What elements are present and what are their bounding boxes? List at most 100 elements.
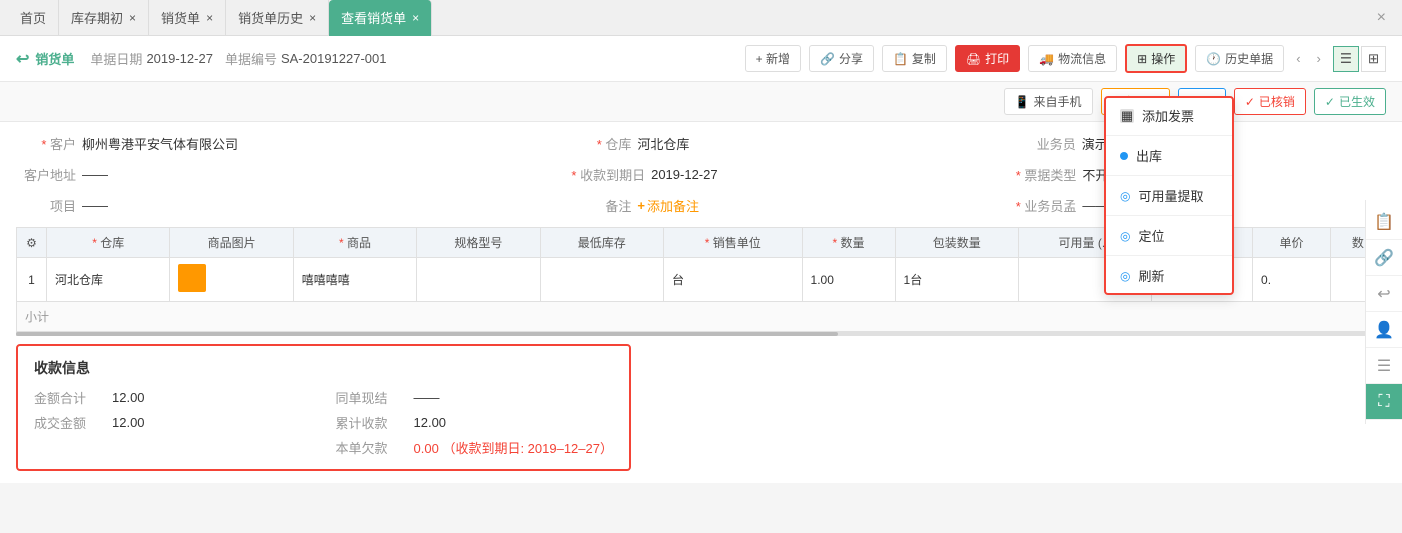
close-sales-history[interactable]: × xyxy=(309,11,316,25)
nav-next[interactable]: › xyxy=(1313,49,1325,68)
project-label: 项目 xyxy=(16,196,76,215)
product-image xyxy=(178,264,206,292)
window-close-button[interactable]: × xyxy=(1369,9,1394,27)
dropdown-refresh[interactable]: ◎ 刷新 xyxy=(1106,258,1232,293)
amount-row: 金额合计 12.00 xyxy=(34,388,312,407)
owed-value: 0.00 （收款到期日: 2019–12–27） xyxy=(414,438,614,457)
same-order-row: 同单现结 —— xyxy=(336,388,614,407)
dropdown-outbound[interactable]: 出库 xyxy=(1106,138,1232,173)
tab-inventory-init[interactable]: 库存期初 × xyxy=(59,0,149,36)
logistics-button[interactable]: 🚚 物流信息 xyxy=(1028,45,1117,72)
sidebar-icon-1[interactable]: 📋 xyxy=(1366,204,1402,240)
col-unit-price: 单价 xyxy=(1253,228,1331,258)
payment-info-box: 收款信息 金额合计 12.00 同单现结 —— 成交金额 12.00 累计收款 … xyxy=(16,344,631,471)
print-icon: 🖨 xyxy=(966,52,981,66)
refresh-icon: ◎ xyxy=(1120,269,1130,283)
row-warehouse: 河北仓库 xyxy=(47,258,170,302)
payment-grid: 金额合计 12.00 同单现结 —— 成交金额 12.00 累计收款 12.00… xyxy=(34,388,613,457)
share-button[interactable]: 🔗 分享 xyxy=(809,45,874,72)
sold-btn[interactable]: ✓ 已核销 xyxy=(1234,88,1306,115)
new-button[interactable]: + 新增 xyxy=(745,45,801,72)
copy-button[interactable]: 📋 复制 xyxy=(882,45,947,72)
row-product: 嘻嘻嘻嘻 xyxy=(293,258,416,302)
operation-button[interactable]: ⊞ 操作 xyxy=(1125,44,1187,73)
dropdown-add-invoice[interactable]: ▦ 添加发票 xyxy=(1106,98,1232,133)
warehouse-value: 河北仓库 xyxy=(637,134,1015,153)
close-view-sales[interactable]: × xyxy=(412,11,419,25)
divider-2 xyxy=(1106,175,1232,176)
sold-icon: ✓ xyxy=(1245,95,1255,109)
close-inventory-init[interactable]: × xyxy=(129,11,136,25)
divider-4 xyxy=(1106,255,1232,256)
share-icon: 🔗 xyxy=(820,52,835,66)
owed-row: 本单欠款 0.00 （收款到期日: 2019–12–27） xyxy=(336,438,614,457)
amount-value: 12.00 xyxy=(112,390,145,405)
from-phone-btn[interactable]: 📱 来自手机 xyxy=(1004,88,1093,115)
col-product-img: 商品图片 xyxy=(170,228,293,258)
same-order-value: —— xyxy=(414,390,440,405)
nav-prev[interactable]: ‹ xyxy=(1292,49,1304,68)
list-view-btn[interactable]: ☰ xyxy=(1333,46,1359,72)
tab-sales-history[interactable]: 销货单历史 × xyxy=(226,0,329,36)
row-product-img xyxy=(170,258,293,302)
doc-icon: ↩ xyxy=(16,49,29,69)
history-icon: 🕐 xyxy=(1206,52,1221,66)
transaction-label: 成交金额 xyxy=(34,413,104,432)
tab-sales-order[interactable]: 销货单 × xyxy=(149,0,226,36)
number-label: 单据编号 xyxy=(225,49,277,68)
available-icon: ◎ xyxy=(1120,189,1130,203)
tab-bar: 首页 库存期初 × 销货单 × 销货单历史 × 查看销货单 × × xyxy=(0,0,1402,36)
row-seq: 1 xyxy=(17,258,47,302)
locate-icon: ◎ xyxy=(1120,229,1130,243)
sidebar-icon-expand[interactable]: ⛶ xyxy=(1366,384,1402,420)
history-button[interactable]: 🕐 历史单据 xyxy=(1195,45,1284,72)
add-note-btn[interactable]: 添加备注 xyxy=(637,196,699,215)
tab-home[interactable]: 首页 xyxy=(8,0,59,36)
date-value: 2019-12-27 xyxy=(146,51,213,66)
truck-icon: 🚚 xyxy=(1039,52,1054,66)
cumulative-value: 12.00 xyxy=(414,415,447,430)
cumulative-row: 累计收款 12.00 xyxy=(336,413,614,432)
doc-meta: 单据日期 2019-12-27 单据编号 SA-20191227-001 xyxy=(90,49,386,68)
row-min-stock xyxy=(540,258,663,302)
right-sidebar: 📋 🔗 ↩ 👤 ☰ ⛶ xyxy=(1365,200,1402,424)
number-value: SA-20191227-001 xyxy=(281,51,387,66)
close-sales-order[interactable]: × xyxy=(206,11,213,25)
dropdown-locate[interactable]: ◎ 定位 xyxy=(1106,218,1232,253)
dropdown-available-extract[interactable]: ◎ 可用量提取 xyxy=(1106,178,1232,213)
note-label: 备注 xyxy=(571,196,631,215)
invoice-icon: ▦ xyxy=(1120,109,1134,123)
warehouse-group: 仓库 河北仓库 xyxy=(571,134,1015,153)
transaction-value: 12.00 xyxy=(112,415,145,430)
payment-date-label: 收款到期日 xyxy=(571,165,645,184)
col-min-stock: 最低库存 xyxy=(540,228,663,258)
payment-title: 收款信息 xyxy=(34,358,613,378)
sidebar-icon-3[interactable]: ↩ xyxy=(1366,276,1402,312)
row-unit-price: 0. xyxy=(1253,258,1331,302)
print-button[interactable]: 🖨 打印 xyxy=(955,45,1020,72)
row-sales-unit: 台 xyxy=(663,258,802,302)
transaction-row: 成交金额 12.00 xyxy=(34,413,312,432)
phone-icon: 📱 xyxy=(1015,95,1030,109)
payment-date-group: 收款到期日 2019-12-27 xyxy=(571,165,1015,184)
col-settings[interactable]: ⚙ xyxy=(17,228,47,258)
divider-3 xyxy=(1106,215,1232,216)
cumulative-label: 累计收款 xyxy=(336,413,406,432)
effect-btn[interactable]: ✓ 已生效 xyxy=(1314,88,1386,115)
row-spec xyxy=(417,258,540,302)
grid-view-btn[interactable]: ⊞ xyxy=(1361,46,1386,72)
sidebar-icon-2[interactable]: 🔗 xyxy=(1366,240,1402,276)
sidebar-icon-4[interactable]: 👤 xyxy=(1366,312,1402,348)
col-pack-qty: 包装数量 xyxy=(895,228,1018,258)
tab-view-sales[interactable]: 查看销货单 × xyxy=(329,0,432,36)
scroll-bar[interactable] xyxy=(16,332,1386,336)
address-value: —— xyxy=(82,167,571,182)
payment-date-value: 2019-12-27 xyxy=(651,167,1016,182)
note-group: 备注 添加备注 xyxy=(571,196,1015,215)
view-toggle: ☰ ⊞ xyxy=(1333,46,1386,72)
same-order-label: 同单现结 xyxy=(336,388,406,407)
biz-staff-label: 业务员孟 xyxy=(1016,196,1077,215)
sidebar-icon-5[interactable]: ☰ xyxy=(1366,348,1402,384)
customer-label: 客户 xyxy=(16,134,76,153)
ticket-type-label: 票据类型 xyxy=(1016,165,1077,184)
